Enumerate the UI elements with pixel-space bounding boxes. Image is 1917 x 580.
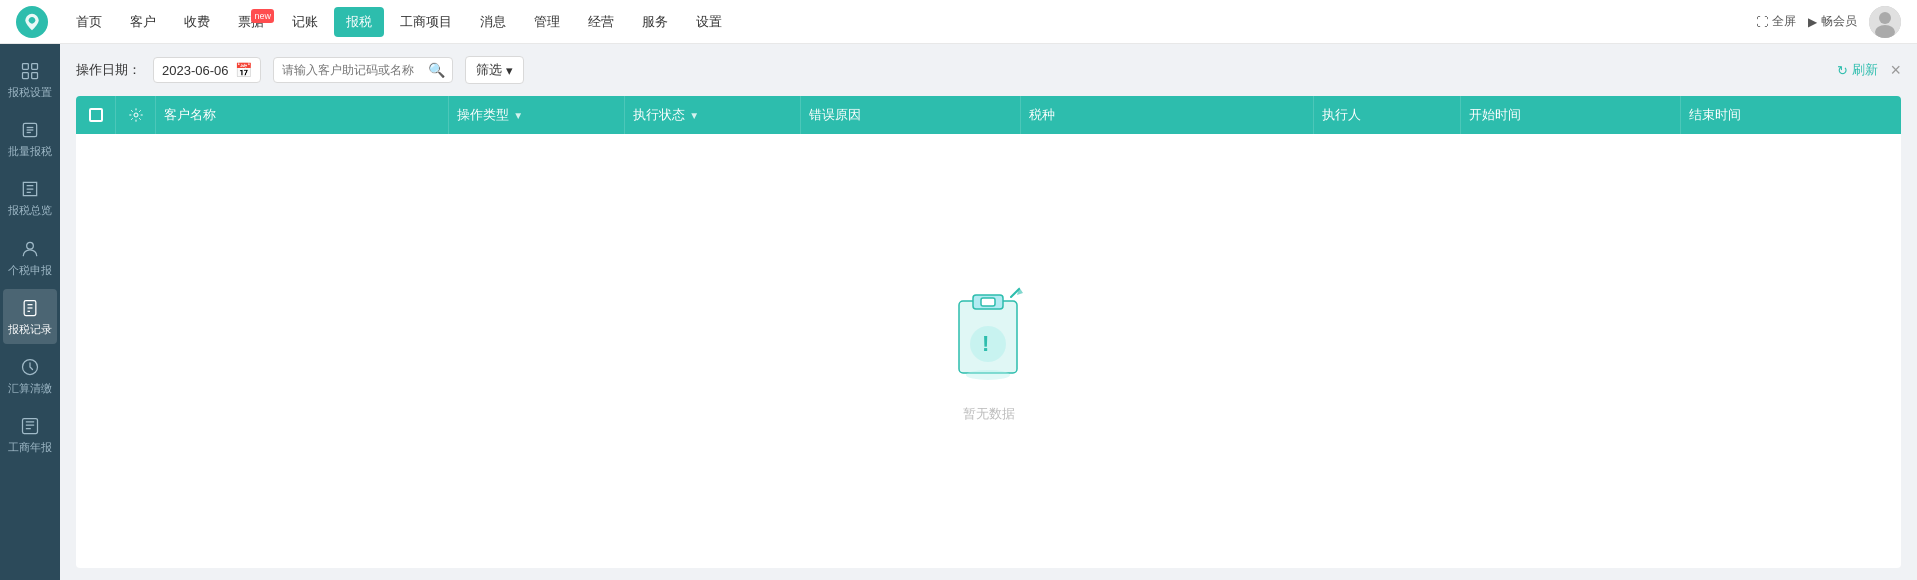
top-nav: 首页 客户 收费 票据 new 记账 报税 工商项目 消息 管理 经营 服务 设… xyxy=(0,0,1917,44)
svg-rect-6 xyxy=(32,73,38,79)
nav-item-operation[interactable]: 经营 xyxy=(576,7,626,37)
svg-rect-3 xyxy=(23,64,29,70)
sidebar-item-annual-report[interactable]: 工商年报 xyxy=(3,407,57,462)
user-avatar[interactable] xyxy=(1869,6,1901,38)
sidebar-item-settlement[interactable]: 汇算清缴 xyxy=(3,348,57,403)
member-label: 畅会员 xyxy=(1821,13,1857,30)
th-end-time: 结束时间 xyxy=(1681,96,1901,134)
settlement-icon xyxy=(19,356,41,378)
sidebar-item-tax-overview[interactable]: 报税总览 xyxy=(3,170,57,225)
fullscreen-label: 全屏 xyxy=(1772,13,1796,30)
nav-item-service[interactable]: 服务 xyxy=(630,7,680,37)
nav-item-manage[interactable]: 管理 xyxy=(522,7,572,37)
member-btn[interactable]: ▶ 畅会员 xyxy=(1808,13,1857,30)
fullscreen-icon: ⛶ xyxy=(1756,15,1768,29)
sidebar-item-batch-tax[interactable]: 批量报税 xyxy=(3,111,57,166)
content-area: 操作日期： 2023-06-06 📅 🔍 筛选 ▾ ↻ 刷新 × xyxy=(60,44,1917,580)
calendar-icon: 📅 xyxy=(235,62,252,78)
nav-item-accounting[interactable]: 记账 xyxy=(280,7,330,37)
svg-rect-4 xyxy=(32,64,38,70)
nav-item-tax[interactable]: 报税 xyxy=(334,7,384,37)
date-picker[interactable]: 2023-06-06 📅 xyxy=(153,57,261,83)
sidebar-item-tax-settings[interactable]: 报税设置 xyxy=(3,52,57,107)
nav-items: 首页 客户 收费 票据 new 记账 报税 工商项目 消息 管理 经营 服务 设… xyxy=(64,7,1756,37)
sidebar-label-annual-report: 工商年报 xyxy=(8,441,52,454)
nav-item-home[interactable]: 首页 xyxy=(64,7,114,37)
sidebar: 报税设置 批量报税 报税总览 xyxy=(0,44,60,580)
close-button[interactable]: × xyxy=(1890,61,1901,79)
th-operation-type[interactable]: 操作类型 ▼ xyxy=(449,96,625,134)
th-tax-type: 税种 xyxy=(1021,96,1314,134)
tax-settings-icon xyxy=(19,60,41,82)
new-badge: new xyxy=(251,9,274,23)
tax-overview-icon xyxy=(19,178,41,200)
data-table: 客户名称 操作类型 ▼ 执行状态 ▼ 错误原因 税种 执行人 xyxy=(76,96,1901,568)
toolbar: 操作日期： 2023-06-06 📅 🔍 筛选 ▾ ↻ 刷新 × xyxy=(76,56,1901,84)
date-label: 操作日期： xyxy=(76,61,141,79)
refresh-icon: ↻ xyxy=(1837,63,1848,78)
search-wrap: 🔍 xyxy=(273,57,453,83)
nav-item-message[interactable]: 消息 xyxy=(468,7,518,37)
nav-item-client[interactable]: 客户 xyxy=(118,7,168,37)
header-checkbox[interactable] xyxy=(89,108,103,122)
th-executor: 执行人 xyxy=(1314,96,1461,134)
chevron-down-icon: ▾ xyxy=(506,63,513,78)
table-header: 客户名称 操作类型 ▼ 执行状态 ▼ 错误原因 税种 执行人 xyxy=(76,96,1901,134)
empty-state: ! 暂无数据 xyxy=(939,279,1039,423)
filter-button[interactable]: 筛选 ▾ xyxy=(465,56,524,84)
th-client-name: 客户名称 xyxy=(156,96,449,134)
svg-rect-17 xyxy=(23,419,38,434)
sidebar-label-tax-settings: 报税设置 xyxy=(8,86,52,99)
app-logo[interactable] xyxy=(16,6,48,38)
sidebar-label-tax-record: 报税记录 xyxy=(8,323,52,336)
batch-tax-icon xyxy=(19,119,41,141)
svg-point-11 xyxy=(27,242,34,249)
personal-tax-icon xyxy=(19,238,41,260)
fullscreen-btn[interactable]: ⛶ 全屏 xyxy=(1756,13,1796,30)
sidebar-label-tax-overview: 报税总览 xyxy=(8,204,52,217)
th-gear[interactable] xyxy=(116,96,156,134)
nav-item-settings[interactable]: 设置 xyxy=(684,7,734,37)
sidebar-item-personal-tax[interactable]: 个税申报 xyxy=(3,230,57,285)
sidebar-label-batch-tax: 批量报税 xyxy=(8,145,52,158)
svg-text:!: ! xyxy=(982,331,989,356)
table-body: ! 暂无数据 xyxy=(76,134,1901,568)
sort-icon-exec-status: ▼ xyxy=(689,110,699,121)
th-start-time: 开始时间 xyxy=(1461,96,1681,134)
sidebar-label-personal-tax: 个税申报 xyxy=(8,264,52,277)
svg-point-18 xyxy=(134,113,138,117)
svg-rect-21 xyxy=(981,298,995,306)
filter-label: 筛选 xyxy=(476,61,502,79)
empty-text: 暂无数据 xyxy=(963,405,1015,423)
refresh-button[interactable]: ↻ 刷新 xyxy=(1837,61,1878,79)
search-input[interactable] xyxy=(282,63,422,77)
search-icon: 🔍 xyxy=(428,62,445,78)
th-exec-status[interactable]: 执行状态 ▼ xyxy=(625,96,801,134)
main-layout: 报税设置 批量报税 报税总览 xyxy=(0,44,1917,580)
nav-item-fee[interactable]: 收费 xyxy=(172,7,222,37)
tax-record-icon xyxy=(19,297,41,319)
annual-report-icon xyxy=(19,415,41,437)
refresh-label: 刷新 xyxy=(1852,61,1878,79)
nav-item-invoice[interactable]: 票据 new xyxy=(226,7,276,37)
play-icon: ▶ xyxy=(1808,15,1817,29)
sidebar-item-tax-record[interactable]: 报税记录 xyxy=(3,289,57,344)
th-checkbox[interactable] xyxy=(76,96,116,134)
top-nav-right: ⛶ 全屏 ▶ 畅会员 xyxy=(1756,6,1901,38)
th-error-reason: 错误原因 xyxy=(801,96,1021,134)
toolbar-right: ↻ 刷新 × xyxy=(1837,61,1901,79)
sort-icon-operation-type: ▼ xyxy=(513,110,523,121)
empty-illustration: ! xyxy=(939,279,1039,389)
date-value: 2023-06-06 xyxy=(162,63,229,78)
svg-point-1 xyxy=(1879,12,1891,24)
svg-rect-5 xyxy=(23,73,29,79)
nav-item-business[interactable]: 工商项目 xyxy=(388,7,464,37)
sidebar-label-settlement: 汇算清缴 xyxy=(8,382,52,395)
svg-point-26 xyxy=(966,370,1010,380)
